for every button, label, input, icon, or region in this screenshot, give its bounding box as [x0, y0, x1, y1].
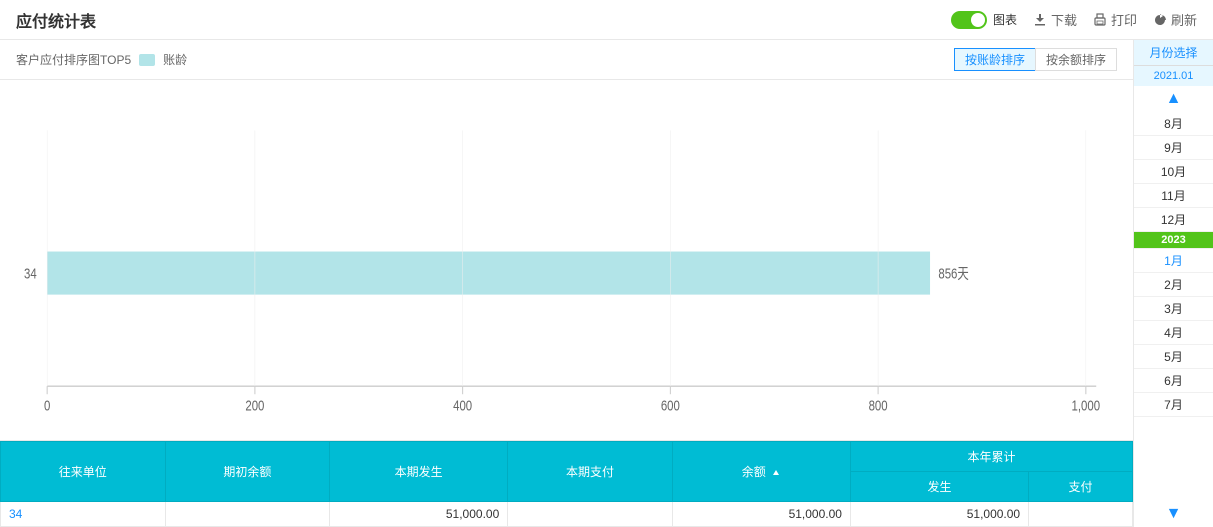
svg-text:800: 800 [869, 397, 888, 414]
sidebar-item-9[interactable]: 9月 [1134, 136, 1213, 160]
th-ytd: 本年累计 [850, 442, 1132, 472]
sidebar-year-marker: 2023 [1134, 232, 1213, 249]
chart-section: 客户应付排序图TOP5 账龄 按账龄排序 按余额排序 34 856天 [0, 40, 1133, 527]
th-balance: 余额 [672, 442, 850, 502]
sidebar-header: 月份选择 [1134, 40, 1213, 66]
table-row: 34 51,000.00 51,000.00 51,000.00 [1, 502, 1133, 527]
sidebar-month-list: 8月 9月 10月 11月 12月 2023 1月 2月 3月 4月 5月 6月… [1134, 112, 1213, 501]
svg-text:400: 400 [453, 397, 472, 414]
chart-header: 客户应付排序图TOP5 账龄 按账龄排序 按余额排序 [0, 40, 1133, 80]
legend-box [139, 54, 155, 66]
sidebar-item-2[interactable]: 2月 [1134, 273, 1213, 297]
download-icon [1033, 13, 1047, 27]
svg-text:600: 600 [661, 397, 680, 414]
sort-icon [771, 468, 781, 478]
unit-link[interactable]: 34 [9, 507, 22, 521]
chart-sort-buttons: 按账龄排序 按余额排序 [954, 48, 1117, 71]
cell-ytd-occurrence: 51,000.00 [850, 502, 1028, 527]
cell-opening-balance [165, 502, 330, 527]
toggle-thumb [971, 13, 985, 27]
svg-text:34: 34 [24, 265, 37, 282]
sidebar-item-8[interactable]: 8月 [1134, 112, 1213, 136]
sidebar-down-arrow[interactable]: ▼ [1134, 501, 1213, 527]
download-label: 下载 [1051, 10, 1077, 29]
chart-area: 34 856天 0 200 400 600 [0, 80, 1133, 440]
legend-title: 客户应付排序图TOP5 [16, 51, 131, 68]
refresh-icon [1153, 13, 1167, 27]
svg-text:0: 0 [44, 397, 50, 414]
data-table: 往来单位 期初余额 本期发生 本期支付 余额 本年累计 发生 [0, 441, 1133, 527]
chart-label: 图表 [993, 11, 1017, 28]
th-ytd-occurrence: 发生 [850, 472, 1028, 502]
chart-toggle-wrap: 图表 [951, 11, 1017, 29]
sidebar-item-1[interactable]: 1月 [1134, 249, 1213, 273]
sidebar-item-10[interactable]: 10月 [1134, 160, 1213, 184]
print-button[interactable]: 打印 [1093, 10, 1137, 29]
chart-legend: 客户应付排序图TOP5 账龄 [16, 51, 187, 68]
svg-text:856天: 856天 [938, 265, 968, 282]
th-opening-balance: 期初余额 [165, 442, 330, 502]
sidebar-item-4[interactable]: 4月 [1134, 321, 1213, 345]
cell-unit: 34 [1, 502, 166, 527]
table-section: 往来单位 期初余额 本期发生 本期支付 余额 本年累计 发生 [0, 440, 1133, 527]
page-title: 应付统计表 [16, 8, 96, 32]
sidebar-item-12[interactable]: 12月 [1134, 208, 1213, 232]
sidebar-item-6[interactable]: 6月 [1134, 369, 1213, 393]
cell-current-payment [508, 502, 673, 527]
print-icon [1093, 13, 1107, 27]
main-area: 客户应付排序图TOP5 账龄 按账龄排序 按余额排序 34 856天 [0, 40, 1213, 527]
cell-balance: 51,000.00 [672, 502, 850, 527]
chart-bar [47, 252, 930, 295]
bar-chart: 34 856天 0 200 400 600 [16, 90, 1117, 440]
legend-box-label: 账龄 [163, 51, 187, 68]
th-ytd-payment: 支付 [1029, 472, 1133, 502]
header: 应付统计表 图表 下载 打印 刷新 [0, 0, 1213, 40]
sidebar-item-7[interactable]: 7月 [1134, 393, 1213, 417]
th-current-occurrence: 本期发生 [330, 442, 508, 502]
sidebar-current-period: 2021.01 [1134, 66, 1213, 86]
th-current-payment: 本期支付 [508, 442, 673, 502]
svg-text:1,000: 1,000 [1072, 397, 1101, 414]
cell-ytd-payment [1029, 502, 1133, 527]
sort-by-balance-button[interactable]: 按账龄排序 [954, 48, 1035, 71]
refresh-button[interactable]: 刷新 [1153, 10, 1197, 29]
sidebar-up-arrow[interactable]: ▲ [1134, 86, 1213, 112]
sidebar: 月份选择 2021.01 ▲ 8月 9月 10月 11月 12月 2023 1月… [1133, 40, 1213, 527]
sidebar-item-3[interactable]: 3月 [1134, 297, 1213, 321]
th-unit: 往来单位 [1, 442, 166, 502]
sort-by-amount-button[interactable]: 按余额排序 [1035, 48, 1117, 71]
chart-toggle[interactable] [951, 11, 987, 29]
header-actions: 图表 下载 打印 刷新 [951, 10, 1197, 29]
app-container: 应付统计表 图表 下载 打印 刷新 [0, 0, 1213, 527]
print-label: 打印 [1111, 10, 1137, 29]
refresh-label: 刷新 [1171, 10, 1197, 29]
download-button[interactable]: 下载 [1033, 10, 1077, 29]
sidebar-item-5[interactable]: 5月 [1134, 345, 1213, 369]
svg-text:200: 200 [245, 397, 264, 414]
sidebar-item-11[interactable]: 11月 [1134, 184, 1213, 208]
cell-current-occurrence: 51,000.00 [330, 502, 508, 527]
